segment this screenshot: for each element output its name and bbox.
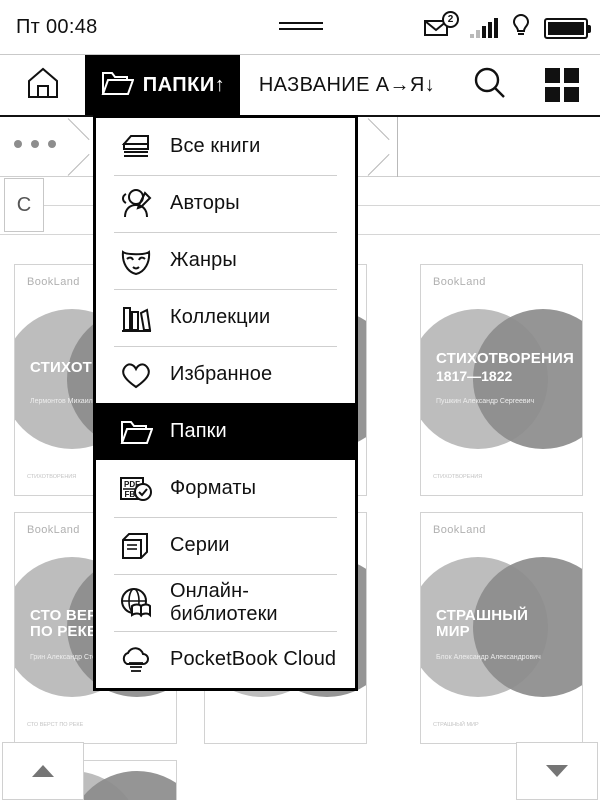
sort-order-button[interactable]: НАЗВАНИЕ А→Я↓ [240,55,454,115]
book-cover-item[interactable]: BookLand СТИХОТВОРЕНИЯ 1817—1822 Пушкин … [420,264,583,496]
sort-order-label: НАЗВАНИЕ А→Я↓ [258,73,436,96]
mask-icon [118,243,154,279]
lightbulb-icon[interactable] [511,13,531,44]
menu-item-label: Папки [170,420,227,442]
globe-book-icon [118,585,154,621]
signal-bars-icon [470,18,498,38]
cover-footer: СТИХОТВОРЕНИЯ [433,473,483,480]
folders-dropdown-button[interactable]: ПАПКИ↑ [85,55,240,115]
menu-item-favorites[interactable]: Избранное [96,346,355,403]
books-stack-icon [118,129,154,165]
menu-item-label: Жанры [170,249,237,271]
menu-item-label: Все книги [170,135,261,157]
status-bar: Пт 00:48 2 [0,0,600,55]
series-books-icon [118,528,154,564]
page-up-button[interactable] [2,742,84,800]
cover-brand: BookLand [27,524,80,536]
battery-full-icon [544,17,591,39]
menu-item-label: Избранное [170,363,273,385]
heart-icon [118,357,154,393]
status-clock: Пт 00:48 [16,16,98,38]
formats-check-icon: PDF FB2 [118,471,154,507]
menu-item-label: Авторы [170,192,240,214]
cover-footer: СТРАШНЫЙ МИР [433,721,479,728]
page-down-button[interactable] [516,742,598,800]
mail-icon[interactable]: 2 [423,11,459,41]
menu-item-label: Форматы [170,477,257,499]
bookshelf-icon [118,300,154,336]
cover-author: Блок Александр Александрович [436,654,541,661]
menu-item-label: Онлайн-библиотеки [170,579,278,625]
cover-footer: СТО ВЕРСТ ПО РЕКЕ [27,721,84,728]
cloud-lines-icon [118,642,154,678]
cover-title: СТИХОТВОРЕНИЯ [436,350,574,367]
breadcrumb-chevron-2 [368,117,398,177]
search-icon [471,65,507,106]
cover-title: СТРАШНЫЙ МИР [436,607,529,640]
cover-subtitle: 1817—1822 [436,368,513,384]
menu-item-label: Коллекции [170,306,271,328]
bottom-navigation [0,742,600,800]
grid-view-icon [545,68,579,102]
cover-brand: BookLand [433,524,486,536]
more-dots-icon[interactable] [14,140,56,148]
menu-item-authors[interactable]: Авторы [96,175,355,232]
minus-lines-icon [279,22,323,32]
menu-item-genres[interactable]: Жанры [96,232,355,289]
status-icons: 2 [423,11,591,44]
cover-brand: BookLand [27,276,80,288]
folders-dropdown-label: ПАПКИ↑ [142,73,226,96]
book-cover-item[interactable]: BookLand СТРАШНЫЙ МИР Блок Александр Але… [420,512,583,744]
main-toolbar: ПАПКИ↑ НАЗВАНИЕ А→Я↓ [0,55,600,117]
folder-icon [100,69,135,102]
menu-item-label: Серии [170,534,230,556]
menu-item-label: PocketBook Cloud [170,648,337,670]
menu-item-pocketbook-cloud[interactable]: PocketBook Cloud [96,631,355,688]
folder-open-icon [118,414,154,450]
author-pen-icon [118,186,154,222]
menu-item-series[interactable]: Серии [96,517,355,574]
grid-view-button[interactable] [524,55,600,115]
triangle-down-icon [546,765,568,777]
folders-dropdown-menu: Все книги Авторы Жанры Коллекции Избранн… [93,115,358,691]
search-button[interactable] [454,55,524,115]
cover-brand: BookLand [433,276,486,288]
menu-item-all-books[interactable]: Все книги [96,118,355,175]
cover-author: Пушкин Александр Сергеевич [436,398,535,405]
menu-item-online-libraries[interactable]: Онлайн-библиотеки [96,574,355,631]
menu-item-formats[interactable]: PDF FB2 Форматы [96,460,355,517]
menu-item-folders[interactable]: Папки [96,403,355,460]
e-reader-screen: Пт 00:48 2 ПАПКИ↑ НАЗВАНИЕ А→Я↓ С BookLa… [0,0,600,800]
menu-item-collections[interactable]: Коллекции [96,289,355,346]
triangle-up-icon [32,765,54,777]
home-icon [25,65,61,106]
mail-badge: 2 [442,11,459,28]
home-button[interactable] [0,55,85,115]
